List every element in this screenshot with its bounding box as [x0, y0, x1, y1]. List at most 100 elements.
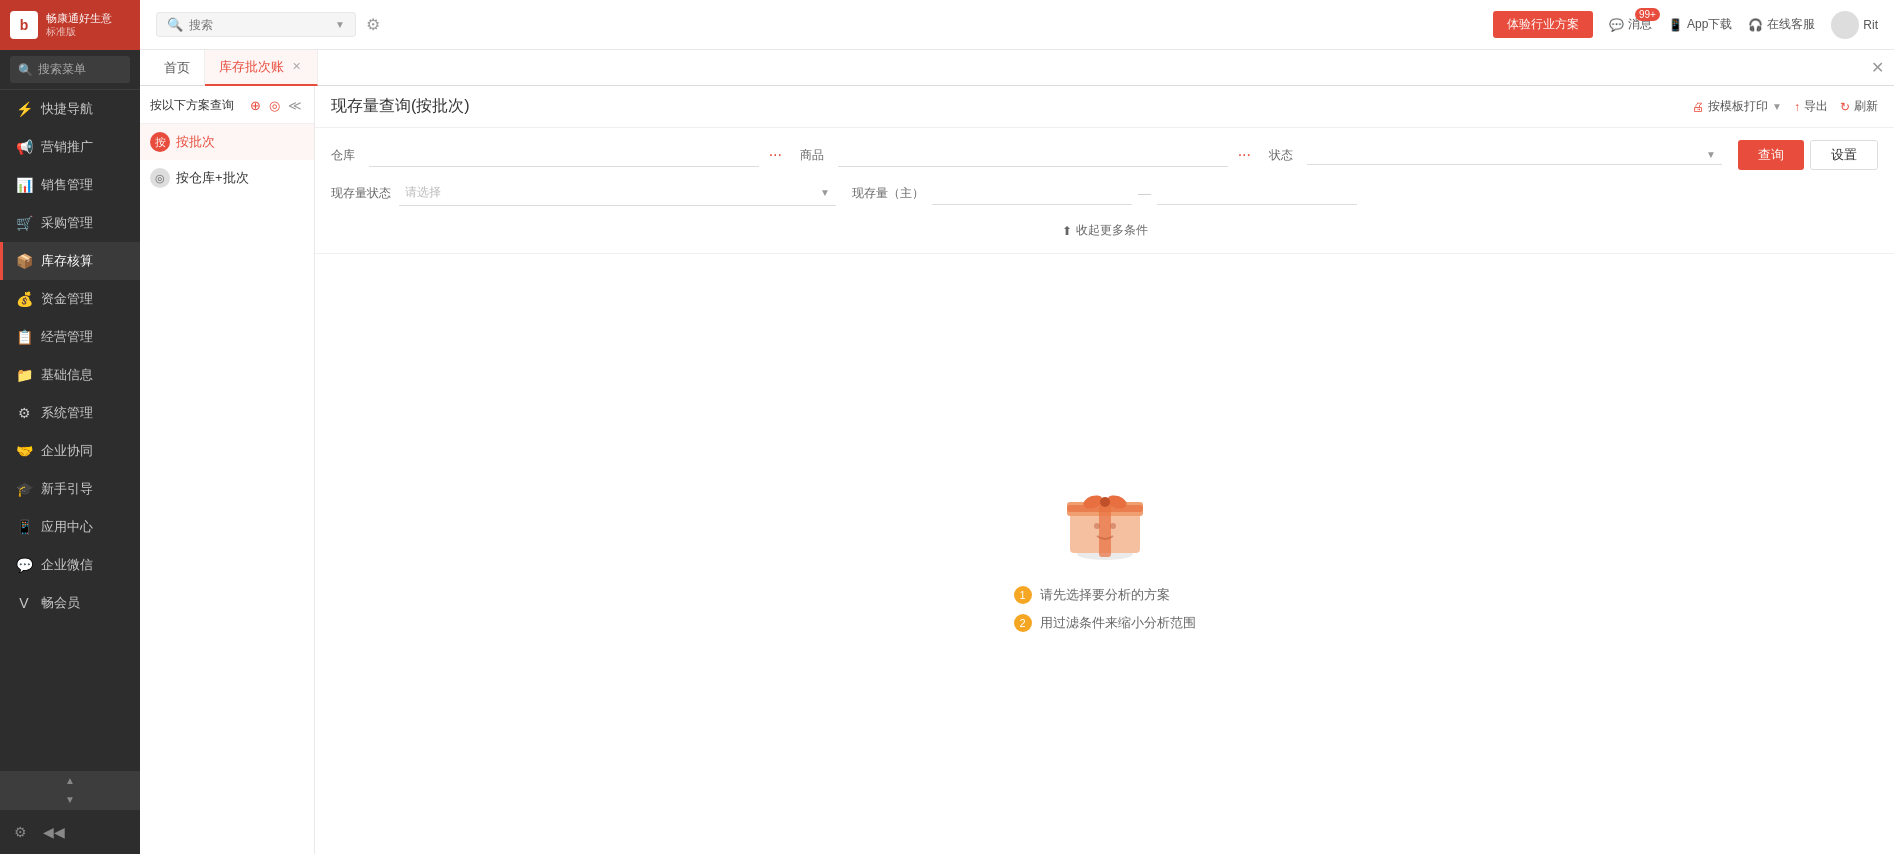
search-dropdown-arrow[interactable]: ▼	[335, 19, 345, 30]
left-panel-actions: ⊕ ◎ ≪	[248, 96, 304, 115]
tab-home-label: 首页	[164, 59, 190, 77]
collapse-sidebar-btn[interactable]: ◀◀	[39, 820, 69, 844]
setting-btn[interactable]: 设置	[1810, 140, 1878, 170]
sidebar-item-sales[interactable]: 📊 销售管理	[0, 166, 140, 204]
experience-industry-btn[interactable]: 体验行业方案	[1493, 11, 1593, 38]
export-label: 导出	[1804, 98, 1828, 115]
filter-stock-range: —	[932, 182, 1357, 205]
nav-label-quick-nav: 快捷导航	[41, 100, 93, 118]
sidebar-item-app-center[interactable]: 📱 应用中心	[0, 508, 140, 546]
stock-range-separator: —	[1138, 186, 1151, 201]
online-service-btn[interactable]: 🎧 在线客服	[1748, 16, 1815, 33]
topbar-search-input[interactable]	[189, 18, 329, 32]
nav-icon-sales: 📊	[15, 176, 33, 194]
collapse-label: 收起更多条件	[1076, 222, 1148, 239]
warehouse-label: 仓库	[331, 147, 361, 164]
stock-qty-from-input[interactable]	[932, 182, 1132, 205]
plan-icon-label2: ◎	[155, 172, 165, 185]
stock-qty-to-input[interactable]	[1157, 182, 1357, 205]
warehouse-more-btn[interactable]: ···	[767, 144, 784, 166]
gear-icon[interactable]: ⚙	[366, 15, 380, 34]
sidebar-item-quick-nav[interactable]: ⚡ 快捷导航	[0, 90, 140, 128]
content-area: 按以下方案查询 ⊕ ◎ ≪ 按 按批次 ◎ 按仓库+批次	[140, 86, 1894, 854]
message-btn[interactable]: 💬 消息 99+	[1609, 16, 1652, 33]
sidebar-item-newbie-guide[interactable]: 🎓 新手引导	[0, 470, 140, 508]
app-name: 畅康通好生意	[46, 11, 112, 25]
refresh-icon: ↻	[1840, 100, 1850, 114]
tab-home[interactable]: 首页	[150, 50, 205, 86]
filter-row-1: 仓库 ··· 商品 ··· 状态 ▼	[331, 140, 1878, 170]
sidebar-item-system[interactable]: ⚙ 系统管理	[0, 394, 140, 432]
user-avatar	[1831, 11, 1859, 39]
plan-item-label-warehouse-batch: 按仓库+批次	[176, 169, 249, 187]
product-input[interactable]	[838, 144, 1228, 167]
refresh-btn[interactable]: ↻ 刷新	[1840, 98, 1878, 115]
message-icon: 💬	[1609, 18, 1624, 32]
nav-label-sales: 销售管理	[41, 176, 93, 194]
sidebar-search-button[interactable]: 🔍 搜索菜单	[10, 56, 130, 83]
plan-item-by-warehouse-batch[interactable]: ◎ 按仓库+批次	[140, 160, 314, 196]
stock-status-select[interactable]: 请选择 ▼	[399, 180, 836, 206]
app-download-btn[interactable]: 📱 App下载	[1668, 16, 1732, 33]
settings-plan-btn[interactable]: ◎	[267, 96, 282, 115]
nav-label-enterprise-wechat: 企业微信	[41, 556, 93, 574]
nav-icon-basic-info: 📁	[15, 366, 33, 384]
nav-label-member: 畅会员	[41, 594, 80, 612]
product-label: 商品	[800, 147, 830, 164]
sidebar-item-finance[interactable]: 💰 资金管理	[0, 280, 140, 318]
print-btn[interactable]: 🖨 按模板打印 ▼	[1692, 98, 1782, 115]
page-title: 现存量查询(按批次)	[331, 96, 470, 117]
nav-label-enterprise-collab: 企业协同	[41, 442, 93, 460]
plan-icon-label: 按	[155, 135, 166, 150]
sidebar-scroll-up[interactable]: ▲	[0, 771, 140, 790]
main-area: 🔍 ▼ ⚙ 体验行业方案 💬 消息 99+ 📱 App下载 🎧 在线客服	[140, 0, 1894, 854]
status-select[interactable]: ▼	[1307, 145, 1722, 165]
sidebar-item-enterprise-wechat[interactable]: 💬 企业微信	[0, 546, 140, 584]
nav-label-newbie-guide: 新手引导	[41, 480, 93, 498]
nav-label-finance: 资金管理	[41, 290, 93, 308]
plan-item-by-batch[interactable]: 按 按批次	[140, 124, 314, 160]
empty-state: 1 请先选择要分析的方案 2 用过滤条件来缩小分析范围	[315, 254, 1894, 854]
nav-icon-newbie-guide: 🎓	[15, 480, 33, 498]
sidebar-item-member[interactable]: V 畅会员	[0, 584, 140, 622]
online-service-label: 在线客服	[1767, 16, 1815, 33]
sidebar-item-enterprise-collab[interactable]: 🤝 企业协同	[0, 432, 140, 470]
nav-label-system: 系统管理	[41, 404, 93, 422]
nav-icon-marketing: 📢	[15, 138, 33, 156]
sidebar-item-purchase[interactable]: 🛒 采购管理	[0, 204, 140, 242]
filter-stock-qty: 现存量（主） —	[852, 182, 1357, 205]
tab-close-btn[interactable]: ✕	[290, 59, 303, 74]
user-name: Rit	[1863, 18, 1878, 32]
nav-label-marketing: 营销推广	[41, 138, 93, 156]
sidebar-scroll-down[interactable]: ▼	[0, 790, 140, 809]
sidebar-item-basic-info[interactable]: 📁 基础信息	[0, 356, 140, 394]
app-download-label: App下载	[1687, 16, 1732, 33]
add-plan-btn[interactable]: ⊕	[248, 96, 263, 115]
filter-status: 状态 ▼	[1269, 145, 1722, 165]
collapse-panel-btn[interactable]: ≪	[286, 96, 304, 115]
settings-icon-btn[interactable]: ⚙	[10, 820, 31, 844]
nav-label-purchase: 采购管理	[41, 214, 93, 232]
sidebar-item-inventory[interactable]: 📦 库存核算	[0, 242, 140, 280]
page-header: 现存量查询(按批次) 🖨 按模板打印 ▼ ↑ 导出 ↻ 刷新	[315, 86, 1894, 128]
sidebar-item-operations[interactable]: 📋 经营管理	[0, 318, 140, 356]
collapse-more-btn[interactable]: ⬆ 收起更多条件	[331, 216, 1878, 241]
step-num-1: 1	[1014, 586, 1032, 604]
step-num-2: 2	[1014, 614, 1032, 632]
print-dropdown-arrow[interactable]: ▼	[1772, 101, 1782, 112]
sidebar-item-marketing[interactable]: 📢 营销推广	[0, 128, 140, 166]
product-more-btn[interactable]: ···	[1236, 144, 1253, 166]
query-btn[interactable]: 查询	[1738, 140, 1804, 170]
status-label: 状态	[1269, 147, 1299, 164]
tab-inventory-batch[interactable]: 库存批次账 ✕	[205, 50, 318, 86]
warehouse-input[interactable]	[369, 144, 759, 167]
nav-label-app-center: 应用中心	[41, 518, 93, 536]
user-avatar-area[interactable]: Rit	[1831, 11, 1878, 39]
headset-icon: 🎧	[1748, 18, 1763, 32]
filter-row-2: 现存量状态 请选择 ▼ 现存量（主） —	[331, 180, 1878, 206]
topbar-search-icon: 🔍	[167, 17, 183, 32]
sidebar: b 畅康通好生意 标准版 🔍 搜索菜单 ⚡ 快捷导航 📢 营销推广 📊 销售管理…	[0, 0, 140, 854]
nav-label-basic-info: 基础信息	[41, 366, 93, 384]
export-btn[interactable]: ↑ 导出	[1794, 98, 1828, 115]
panel-close-btn[interactable]: ✕	[1871, 58, 1884, 77]
